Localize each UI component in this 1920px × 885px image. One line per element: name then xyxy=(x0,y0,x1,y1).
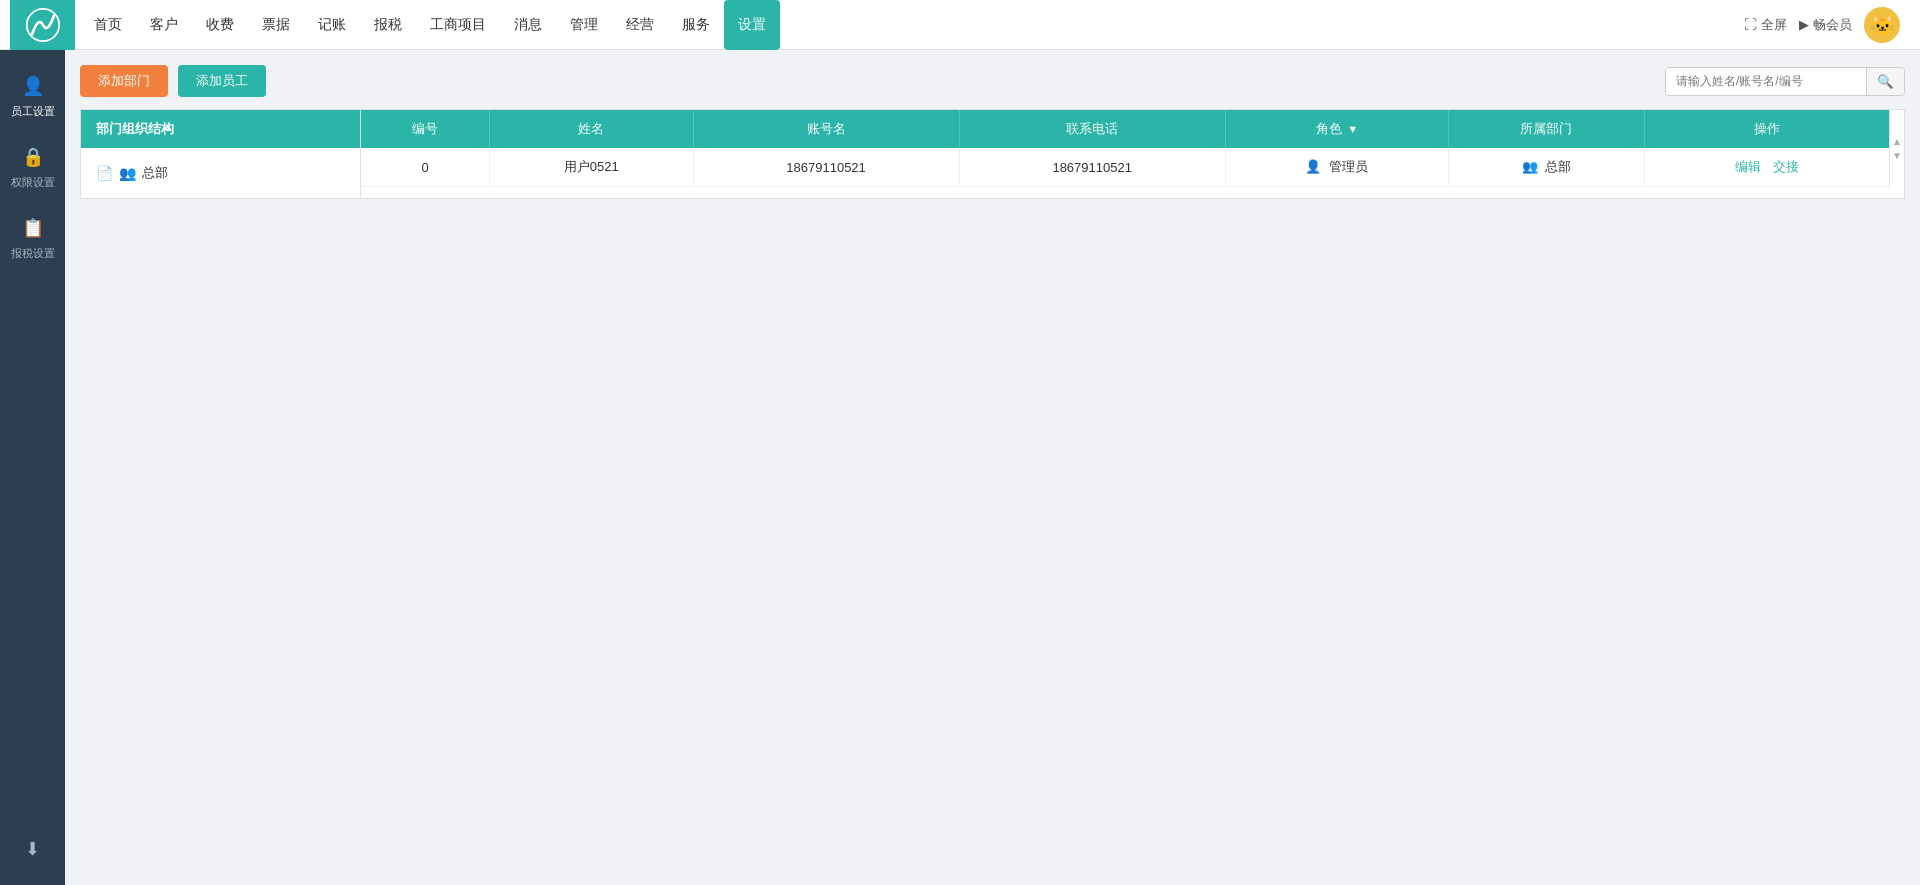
member-label: 畅会员 xyxy=(1813,16,1852,34)
sidebar-permission-label: 权限设置 xyxy=(11,175,55,190)
member-button[interactable]: ▶ 畅会员 xyxy=(1799,16,1852,34)
nav-right-area: ⛶ 全屏 ▶ 畅会员 🐱 xyxy=(1744,7,1910,43)
dept-item-zongbu[interactable]: 📄 👥 总部 xyxy=(91,158,350,188)
nav-accounting[interactable]: 记账 xyxy=(304,0,360,50)
dept-value: 总部 xyxy=(1545,159,1571,174)
nav-settings[interactable]: 设置 xyxy=(724,0,780,50)
cell-phone: 18679110521 xyxy=(959,148,1225,187)
cell-role: 👤 管理员 xyxy=(1225,148,1448,187)
col-header-name: 姓名 xyxy=(490,110,693,148)
edit-button[interactable]: 编辑 xyxy=(1735,159,1761,174)
col-header-id: 编号 xyxy=(361,110,490,148)
cell-dept: 👥 总部 xyxy=(1448,148,1644,187)
sidebar-employee-label: 员工设置 xyxy=(11,104,55,119)
nav-customer[interactable]: 客户 xyxy=(136,0,192,50)
nav-billing[interactable]: 收费 xyxy=(192,0,248,50)
play-icon: ▶ xyxy=(1799,17,1809,32)
nav-operation[interactable]: 经营 xyxy=(612,0,668,50)
col-header-role[interactable]: 角色 ▼ xyxy=(1225,110,1448,148)
content-area: 部门组织结构 📄 👥 总部 编号 姓名 xyxy=(80,109,1905,199)
main-content: 添加部门 添加员工 🔍 部门组织结构 📄 👥 总部 xyxy=(65,50,1920,885)
dept-file-icon: 📄 xyxy=(96,165,113,181)
search-icon: 🔍 xyxy=(1877,74,1894,89)
nav-service[interactable]: 服务 xyxy=(668,0,724,50)
user-avatar[interactable]: 🐱 xyxy=(1864,7,1900,43)
cell-actions: 编辑 交接 xyxy=(1644,148,1889,187)
fullscreen-label: 全屏 xyxy=(1761,16,1787,34)
scroll-down-icon[interactable]: ▼ xyxy=(1892,149,1902,163)
nav-message[interactable]: 消息 xyxy=(500,0,556,50)
cell-name: 用户0521 xyxy=(490,148,693,187)
employee-table: 编号 姓名 账号名 联系电话 角色 ▼ 所属部门 操作 xyxy=(361,110,1889,187)
dept-tree: 📄 👥 总部 xyxy=(81,148,360,198)
scroll-up-icon[interactable]: ▲ xyxy=(1892,135,1902,149)
sidebar-item-permission[interactable]: 🔒 权限设置 xyxy=(0,131,65,202)
fullscreen-button[interactable]: ⛶ 全屏 xyxy=(1744,16,1787,34)
nav-business[interactable]: 工商项目 xyxy=(416,0,500,50)
sidebar: 👤 员工设置 🔒 权限设置 📋 报税设置 ⬇ xyxy=(0,50,65,885)
tax-settings-icon: 📋 xyxy=(19,214,47,242)
nav-menu: 首页 客户 收费 票据 记账 报税 工商项目 消息 管理 经营 服务 设置 xyxy=(80,0,1744,50)
sidebar-bottom-item[interactable]: ⬇ xyxy=(0,823,65,875)
table-container: 编号 姓名 账号名 联系电话 角色 ▼ 所属部门 操作 xyxy=(361,110,1904,187)
col-header-account: 账号名 xyxy=(693,110,959,148)
role-icon: 👤 xyxy=(1305,159,1321,174)
cell-id: 0 xyxy=(361,148,490,187)
nav-invoice[interactable]: 票据 xyxy=(248,0,304,50)
transfer-button[interactable]: 交接 xyxy=(1773,159,1799,174)
add-dept-button[interactable]: 添加部门 xyxy=(80,65,168,97)
dept-user-icon: 👥 xyxy=(119,165,136,181)
dept-badge-icon: 👥 xyxy=(1522,159,1538,174)
download-icon: ⬇ xyxy=(19,835,47,863)
table-header-row: 编号 姓名 账号名 联系电话 角色 ▼ 所属部门 操作 xyxy=(361,110,1889,148)
dept-tree-header: 部门组织结构 xyxy=(81,110,360,148)
add-employee-button[interactable]: 添加员工 xyxy=(178,65,266,97)
action-bar: 添加部门 添加员工 🔍 xyxy=(80,65,1905,97)
employee-icon: 👤 xyxy=(19,72,47,100)
table-wrapper: 编号 姓名 账号名 联系电话 角色 ▼ 所属部门 操作 xyxy=(361,110,1889,187)
cell-account: 18679110521 xyxy=(693,148,959,187)
logo xyxy=(10,0,75,50)
col-role-label: 角色 xyxy=(1316,121,1342,136)
lock-icon: 🔒 xyxy=(19,143,47,171)
col-header-phone: 联系电话 xyxy=(959,110,1225,148)
role-value: 管理员 xyxy=(1329,159,1368,174)
left-panel: 部门组织结构 📄 👥 总部 xyxy=(81,110,361,198)
top-navigation: 首页 客户 收费 票据 记账 报税 工商项目 消息 管理 经营 服务 设置 ⛶ … xyxy=(0,0,1920,50)
fullscreen-icon: ⛶ xyxy=(1744,17,1757,32)
search-button[interactable]: 🔍 xyxy=(1866,68,1904,95)
nav-home[interactable]: 首页 xyxy=(80,0,136,50)
search-input[interactable] xyxy=(1666,68,1866,94)
nav-tax[interactable]: 报税 xyxy=(360,0,416,50)
sidebar-tax-settings-label: 报税设置 xyxy=(11,246,55,261)
sidebar-item-tax-settings[interactable]: 📋 报税设置 xyxy=(0,202,65,273)
filter-icon: ▼ xyxy=(1347,123,1358,135)
right-panel: 编号 姓名 账号名 联系电话 角色 ▼ 所属部门 操作 xyxy=(361,110,1904,198)
scroll-indicator: ▲ ▼ xyxy=(1889,110,1904,187)
table-row: 0 用户0521 18679110521 18679110521 👤 管理员 👥 xyxy=(361,148,1889,187)
col-header-actions: 操作 xyxy=(1644,110,1889,148)
nav-manage[interactable]: 管理 xyxy=(556,0,612,50)
dept-name-zongbu: 总部 xyxy=(142,164,168,182)
sidebar-item-employee[interactable]: 👤 员工设置 xyxy=(0,60,65,131)
col-header-dept: 所属部门 xyxy=(1448,110,1644,148)
search-box: 🔍 xyxy=(1665,67,1905,96)
